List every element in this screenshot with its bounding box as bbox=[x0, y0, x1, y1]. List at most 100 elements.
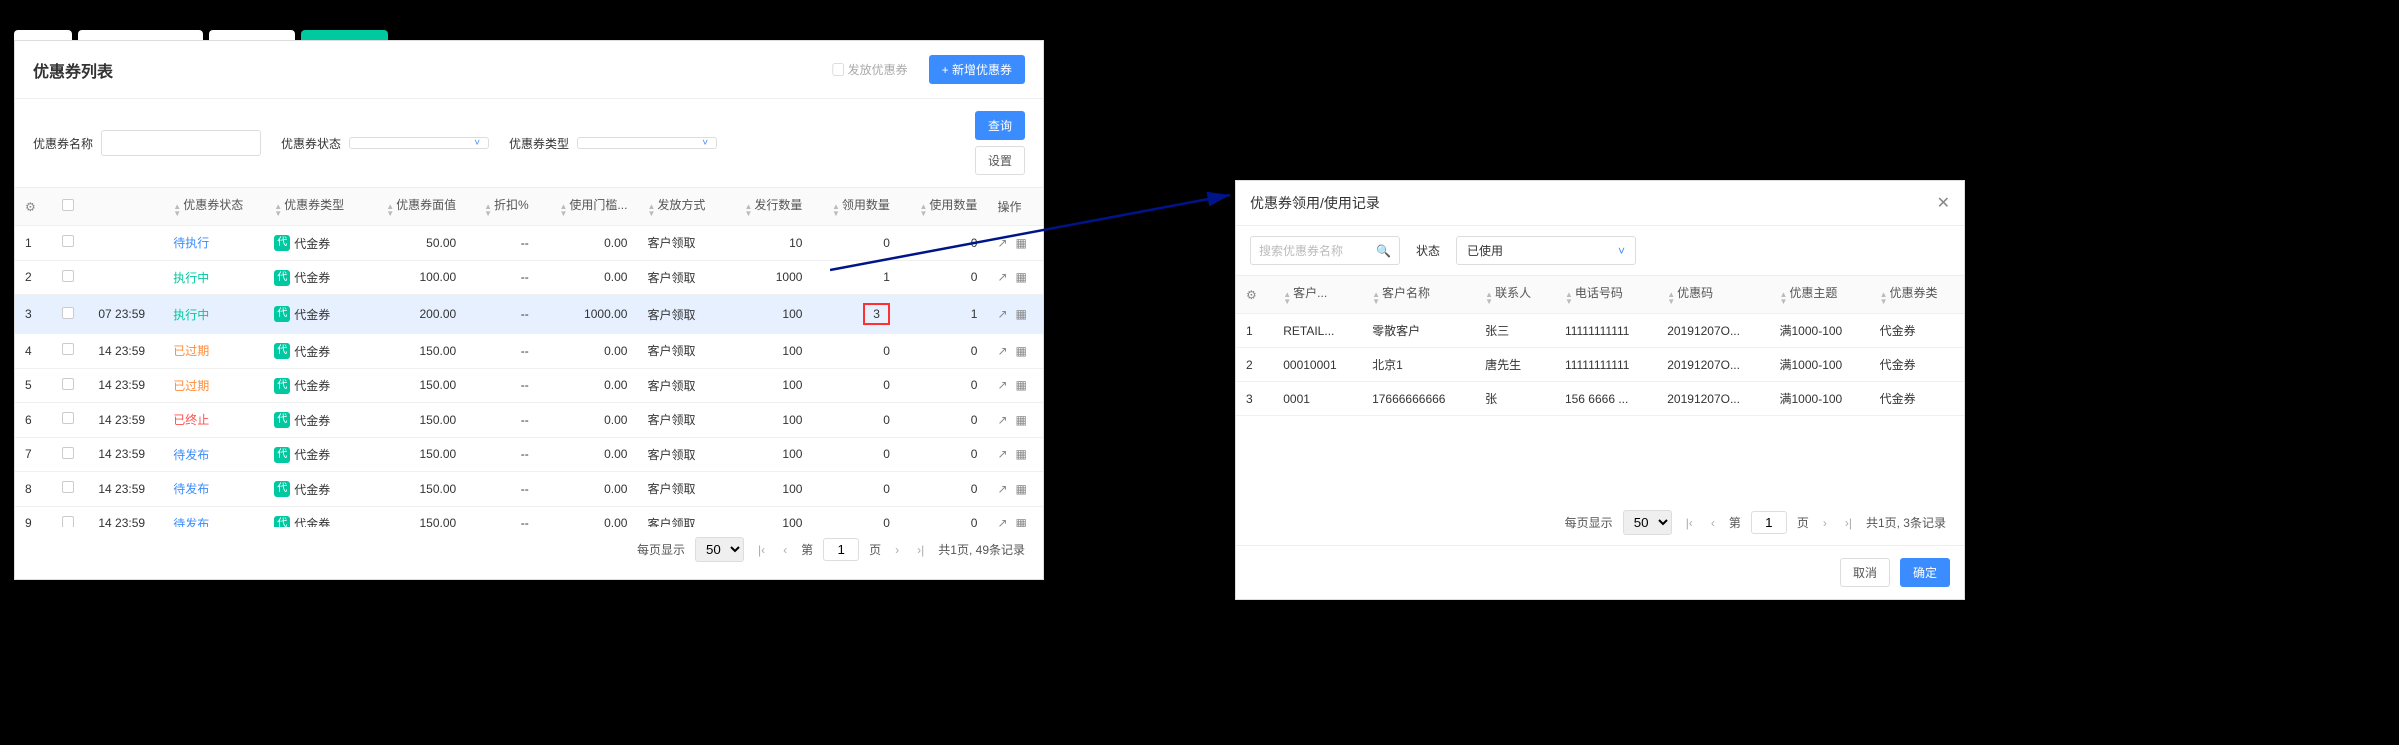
qr-icon[interactable]: ▦ bbox=[1016, 447, 1027, 461]
col-type[interactable]: ▲▼优惠券类型 bbox=[264, 188, 365, 226]
col-face[interactable]: ▲▼优惠券面值 bbox=[365, 188, 466, 226]
prev-page-icon[interactable]: ‹ bbox=[1707, 516, 1719, 530]
row-checkbox[interactable] bbox=[52, 506, 88, 527]
external-link-icon[interactable]: ↗ bbox=[997, 413, 1007, 427]
external-link-icon[interactable]: ↗ bbox=[997, 447, 1007, 461]
row-checkbox[interactable] bbox=[52, 472, 88, 507]
distribute-coupon-button[interactable]: ▢ 发放优惠券 bbox=[819, 55, 920, 84]
qr-icon[interactable]: ▦ bbox=[1016, 413, 1027, 427]
row-received[interactable]: 0 bbox=[812, 334, 900, 369]
col-used[interactable]: ▲▼使用数量 bbox=[900, 188, 988, 226]
table-row[interactable]: 614 23:59已终止代代金券150.00--0.00客户领取10000↗▦ bbox=[15, 403, 1043, 438]
page-input[interactable] bbox=[1751, 511, 1787, 534]
qr-icon[interactable]: ▦ bbox=[1016, 236, 1027, 250]
row-checkbox[interactable] bbox=[52, 260, 88, 295]
row-checkbox[interactable] bbox=[52, 295, 88, 334]
last-page-icon[interactable]: ›| bbox=[913, 543, 928, 557]
col-cust-no[interactable]: ▲▼客户... bbox=[1273, 276, 1362, 314]
row-received[interactable]: 3 bbox=[812, 295, 900, 334]
checkbox[interactable] bbox=[62, 516, 74, 527]
per-page-select[interactable]: 50 bbox=[695, 537, 744, 562]
col-gear[interactable]: ⚙ bbox=[1236, 276, 1273, 314]
row-checkbox[interactable] bbox=[52, 226, 88, 261]
qr-icon[interactable]: ▦ bbox=[1016, 378, 1027, 392]
external-link-icon[interactable]: ↗ bbox=[997, 270, 1007, 284]
coupon-status-select[interactable]: ˅ bbox=[349, 137, 489, 149]
query-button[interactable]: 查询 bbox=[975, 111, 1025, 140]
external-link-icon[interactable]: ↗ bbox=[997, 307, 1007, 321]
checkbox[interactable] bbox=[62, 343, 74, 355]
qr-icon[interactable]: ▦ bbox=[1016, 270, 1027, 284]
table-row[interactable]: 307 23:59执行中代代金券200.00--1000.00客户领取10031… bbox=[15, 295, 1043, 334]
col-phone[interactable]: ▲▼电话号码 bbox=[1555, 276, 1657, 314]
row-received[interactable]: 0 bbox=[812, 506, 900, 527]
table-row[interactable]: 1RETAIL...零散客户张三1111111111120191207O...满… bbox=[1236, 314, 1964, 348]
table-row[interactable]: 200010001北京1唐先生1111111111120191207O...满1… bbox=[1236, 348, 1964, 382]
external-link-icon[interactable]: ↗ bbox=[997, 482, 1007, 496]
per-page-select[interactable]: 50 bbox=[1623, 510, 1672, 535]
table-row[interactable]: 814 23:59待发布代代金券150.00--0.00客户领取10000↗▦ bbox=[15, 472, 1043, 507]
qr-icon[interactable]: ▦ bbox=[1016, 516, 1027, 527]
qr-icon[interactable]: ▦ bbox=[1016, 344, 1027, 358]
col-discount[interactable]: ▲▼折扣% bbox=[466, 188, 539, 226]
settings-button[interactable]: 设置 bbox=[975, 146, 1025, 175]
row-received[interactable]: 0 bbox=[812, 368, 900, 403]
checkbox[interactable] bbox=[62, 270, 74, 282]
coupon-name-input[interactable] bbox=[101, 130, 261, 156]
col-topic[interactable]: ▲▼优惠主题 bbox=[1770, 276, 1870, 314]
checkbox[interactable] bbox=[62, 447, 74, 459]
qr-icon[interactable]: ▦ bbox=[1016, 482, 1027, 496]
table-row[interactable]: 1待执行代代金券50.00--0.00客户领取1000↗▦ bbox=[15, 226, 1043, 261]
col-issued[interactable]: ▲▼发行数量 bbox=[725, 188, 813, 226]
row-received[interactable]: 0 bbox=[812, 437, 900, 472]
search-input[interactable]: 搜索优惠券名称 🔍 bbox=[1250, 236, 1400, 265]
row-received[interactable]: 0 bbox=[812, 226, 900, 261]
checkbox[interactable] bbox=[62, 235, 74, 247]
col-code[interactable]: ▲▼优惠码 bbox=[1657, 276, 1769, 314]
checkbox[interactable] bbox=[62, 307, 74, 319]
coupon-type-select[interactable]: ˅ bbox=[577, 137, 717, 149]
status-filter-select[interactable]: 已使用 ˅ bbox=[1456, 236, 1636, 265]
row-received[interactable]: 0 bbox=[812, 403, 900, 438]
add-coupon-button[interactable]: + 新增优惠券 bbox=[929, 55, 1025, 84]
row-received[interactable]: 0 bbox=[812, 472, 900, 507]
col-time[interactable] bbox=[88, 188, 163, 226]
next-page-icon[interactable]: › bbox=[891, 543, 903, 557]
col-ctype[interactable]: ▲▼优惠券类 bbox=[1870, 276, 1964, 314]
page-input[interactable] bbox=[823, 538, 859, 561]
col-method[interactable]: ▲▼发放方式 bbox=[637, 188, 725, 226]
first-page-icon[interactable]: |‹ bbox=[754, 543, 769, 557]
row-checkbox[interactable] bbox=[52, 403, 88, 438]
col-received[interactable]: ▲▼领用数量 bbox=[812, 188, 900, 226]
col-checkbox[interactable] bbox=[52, 188, 88, 226]
ok-button[interactable]: 确定 bbox=[1900, 558, 1950, 587]
last-page-icon[interactable]: ›| bbox=[1841, 516, 1856, 530]
prev-page-icon[interactable]: ‹ bbox=[779, 543, 791, 557]
table-row[interactable]: 2执行中代代金券100.00--0.00客户领取100010↗▦ bbox=[15, 260, 1043, 295]
cancel-button[interactable]: 取消 bbox=[1840, 558, 1890, 587]
checkbox[interactable] bbox=[62, 481, 74, 493]
col-threshold[interactable]: ▲▼使用门槛... bbox=[539, 188, 638, 226]
first-page-icon[interactable]: |‹ bbox=[1682, 516, 1697, 530]
close-icon[interactable]: ✕ bbox=[1937, 193, 1950, 213]
external-link-icon[interactable]: ↗ bbox=[997, 344, 1007, 358]
table-row[interactable]: 514 23:59已过期代代金券150.00--0.00客户领取10000↗▦ bbox=[15, 368, 1043, 403]
table-row[interactable]: 3000117666666666张156 6666 ...20191207O..… bbox=[1236, 382, 1964, 416]
checkbox[interactable] bbox=[62, 412, 74, 424]
col-contact[interactable]: ▲▼联系人 bbox=[1475, 276, 1555, 314]
row-checkbox[interactable] bbox=[52, 437, 88, 472]
row-checkbox[interactable] bbox=[52, 368, 88, 403]
col-gear[interactable]: ⚙ bbox=[15, 188, 52, 226]
row-checkbox[interactable] bbox=[52, 334, 88, 369]
next-page-icon[interactable]: › bbox=[1819, 516, 1831, 530]
external-link-icon[interactable]: ↗ bbox=[997, 378, 1007, 392]
col-status[interactable]: ▲▼优惠券状态 bbox=[163, 188, 264, 226]
checkbox[interactable] bbox=[62, 378, 74, 390]
col-cust-name[interactable]: ▲▼客户名称 bbox=[1362, 276, 1475, 314]
qr-icon[interactable]: ▦ bbox=[1016, 307, 1027, 321]
external-link-icon[interactable]: ↗ bbox=[997, 236, 1007, 250]
checkbox-all[interactable] bbox=[62, 199, 74, 211]
table-row[interactable]: 714 23:59待发布代代金券150.00--0.00客户领取10000↗▦ bbox=[15, 437, 1043, 472]
table-row[interactable]: 914 23:59待发布代代金券150.00--0.00客户领取10000↗▦ bbox=[15, 506, 1043, 527]
external-link-icon[interactable]: ↗ bbox=[997, 516, 1007, 527]
